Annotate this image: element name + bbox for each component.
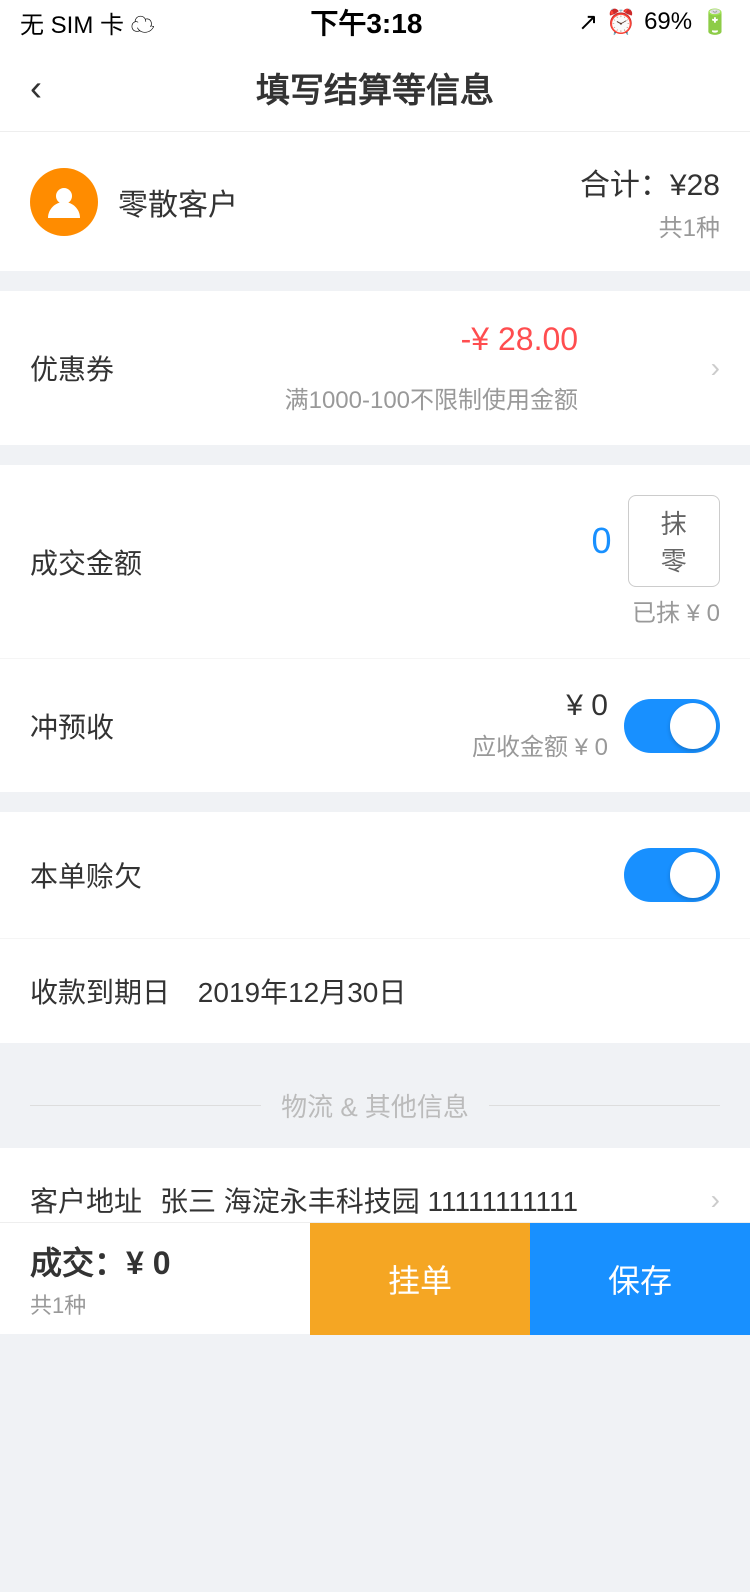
- debt-section: 本单赊欠 收款到期日 2019年12月30日: [0, 812, 750, 1043]
- customer-count: 共1种: [580, 208, 720, 243]
- avatar: [30, 168, 98, 236]
- coupon-section: 优惠券 -¥ 28.00 满1000-100不限制使用金额 ›: [0, 291, 750, 445]
- coupon-discount: -¥ 28.00: [461, 321, 578, 358]
- address-label: 客户地址: [30, 1180, 160, 1220]
- divider-section: 物流 & 其他信息: [0, 1063, 750, 1148]
- status-time: 下午3:18: [310, 2, 422, 42]
- back-button[interactable]: ‹: [30, 67, 42, 109]
- transaction-section: 成交金额 抹零 已抹 ¥ 0 冲预收 ¥ 0 应收金额 ¥ 0: [0, 465, 750, 792]
- customer-name: 零散客户: [118, 180, 238, 224]
- page-title: 填写结算等信息: [256, 63, 494, 112]
- bottom-deal-label: 成交：: [30, 1245, 126, 1281]
- due-date-label: 收款到期日: [30, 977, 170, 1008]
- content-area: 零散客户 合计：¥28 共1种 优惠券 -¥ 28.00 满1000-100不限…: [0, 132, 750, 1592]
- transaction-amount-input[interactable]: [160, 520, 612, 562]
- advance-amount: ¥ 0: [566, 689, 608, 723]
- advance-label: 冲预收: [30, 706, 160, 746]
- bottom-count: 共1种: [30, 1288, 280, 1320]
- save-button[interactable]: 保存: [530, 1223, 750, 1335]
- bottom-bar: 成交：¥ 0 共1种 挂单 保存: [0, 1222, 750, 1334]
- toggle-knob: [670, 703, 716, 749]
- hang-order-button[interactable]: 挂单: [310, 1223, 530, 1335]
- transaction-values: 抹零: [160, 495, 720, 587]
- person-icon: [44, 182, 84, 222]
- divider-label: 物流 & 其他信息: [281, 1087, 469, 1124]
- transaction-sub: 已抹 ¥ 0: [632, 593, 720, 628]
- coupon-row[interactable]: 优惠券 -¥ 28.00 满1000-100不限制使用金额 ›: [0, 291, 750, 445]
- debt-label: 本单赊欠: [30, 855, 142, 895]
- advance-col: ¥ 0 应收金额 ¥ 0: [472, 689, 608, 762]
- customer-left: 零散客户: [30, 168, 238, 236]
- debt-row: 本单赊欠: [0, 812, 750, 938]
- battery-level: 69%: [644, 8, 692, 36]
- advance-sub: 应收金额 ¥ 0: [472, 727, 608, 762]
- status-right: ↗ ⏰ 69% 🔋: [578, 8, 730, 37]
- advance-toggle[interactable]: [624, 699, 720, 753]
- transaction-label: 成交金额: [30, 542, 160, 582]
- status-bar: 无 SIM 卡 ☁ 下午3:18 ↗ ⏰ 69% 🔋: [0, 0, 750, 44]
- coupon-label: 优惠券: [30, 348, 160, 388]
- transaction-right: 抹零 已抹 ¥ 0: [160, 495, 720, 628]
- nav-bar: ‹ 填写结算等信息: [0, 44, 750, 132]
- coupon-right: -¥ 28.00 满1000-100不限制使用金额: [285, 321, 578, 415]
- divider-line: 物流 & 其他信息: [30, 1087, 720, 1124]
- chevron-right-icon: ›: [711, 1184, 720, 1216]
- round-zero-button[interactable]: 抹零: [628, 495, 721, 587]
- customer-right: 合计：¥28 共1种: [580, 160, 720, 243]
- debt-toggle[interactable]: [624, 848, 720, 902]
- due-date-value: 2019年12月30日: [198, 977, 407, 1008]
- bottom-deal-value: ¥ 0: [126, 1245, 170, 1281]
- debt-toggle-knob: [670, 852, 716, 898]
- alarm-icon: ⏰: [606, 8, 636, 37]
- transaction-row: 成交金额 抹零 已抹 ¥ 0: [0, 465, 750, 659]
- status-left: 无 SIM 卡 ☁: [20, 5, 155, 40]
- sim-label: 无 SIM 卡 ☁: [20, 5, 155, 40]
- chevron-right-icon: ›: [711, 352, 720, 384]
- location-icon: ↗: [578, 8, 598, 37]
- due-date-row: 收款到期日 2019年12月30日: [0, 938, 750, 1043]
- advance-right: ¥ 0 应收金额 ¥ 0: [472, 689, 720, 762]
- address-value: 张三 海淀永丰科技园 11111111111: [160, 1180, 703, 1220]
- bottom-deal: 成交：¥ 0: [30, 1238, 280, 1284]
- customer-section: 零散客户 合计：¥28 共1种: [0, 132, 750, 271]
- customer-total: 合计：¥28: [580, 160, 720, 204]
- bottom-info: 成交：¥ 0 共1种: [0, 1223, 310, 1334]
- coupon-sub: 满1000-100不限制使用金额: [285, 380, 578, 415]
- battery-icon: 🔋: [700, 8, 730, 37]
- advance-row: 冲预收 ¥ 0 应收金额 ¥ 0: [0, 659, 750, 792]
